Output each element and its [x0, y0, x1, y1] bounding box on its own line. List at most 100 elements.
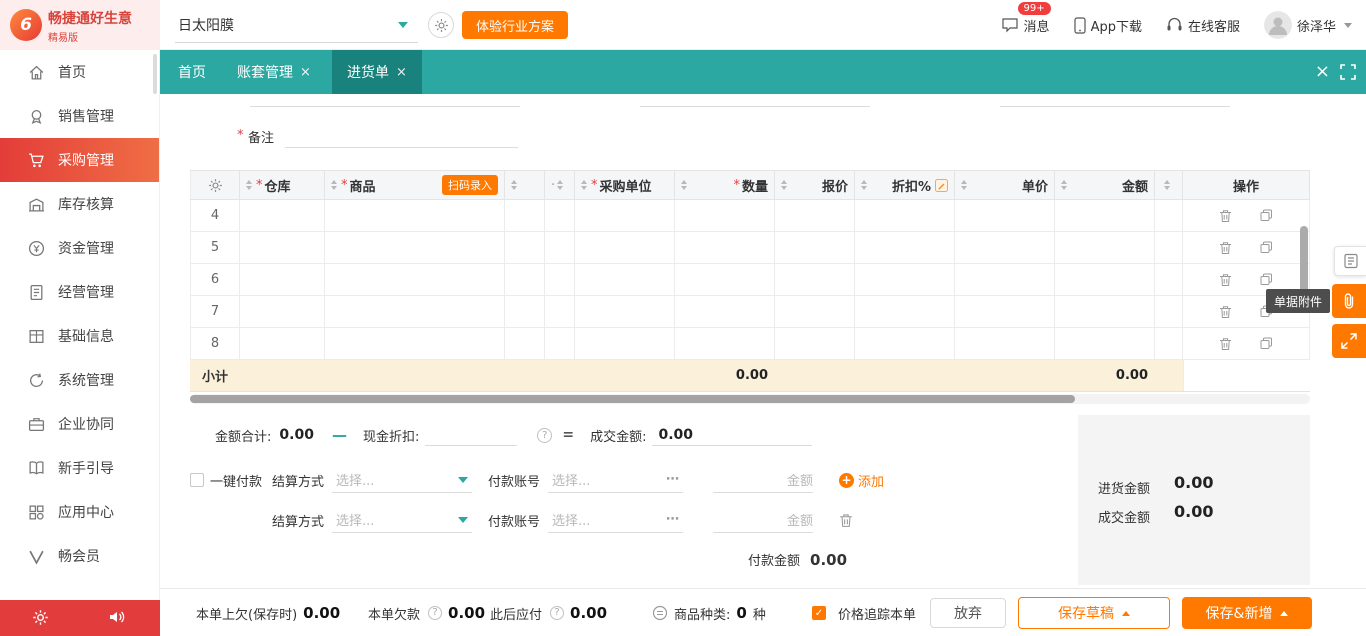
- cell-price[interactable]: [955, 296, 1055, 327]
- cell-unit[interactable]: [575, 264, 675, 295]
- app-download-button[interactable]: App下载: [1073, 16, 1142, 35]
- cell-warehouse[interactable]: [240, 200, 325, 231]
- header-unit-price[interactable]: 单价: [955, 171, 1055, 199]
- online-service-button[interactable]: 在线客服: [1166, 16, 1240, 35]
- sidebar-item-guide[interactable]: 新手引导: [0, 446, 159, 490]
- cell-product[interactable]: [325, 200, 505, 231]
- vertical-scrollbar[interactable]: [1300, 226, 1308, 298]
- cell-warehouse[interactable]: [240, 232, 325, 263]
- delete-row-icon[interactable]: [1219, 337, 1232, 351]
- header-purchase-unit[interactable]: * 采购单位: [575, 171, 675, 199]
- cell-quote[interactable]: [775, 200, 855, 231]
- delete-row-icon[interactable]: [1219, 209, 1232, 223]
- sidebar-item-home[interactable]: 首页: [0, 50, 159, 94]
- cash-discount-input[interactable]: [425, 424, 518, 446]
- tab-home[interactable]: 首页: [168, 50, 216, 94]
- one-click-pay-checkbox[interactable]: [190, 473, 204, 487]
- save-and-new-button[interactable]: 保存&新增: [1182, 597, 1312, 629]
- cell-warehouse[interactable]: [240, 328, 325, 359]
- sort-icon[interactable]: [681, 180, 687, 190]
- scrollbar-thumb[interactable]: [190, 395, 1075, 403]
- tab-purchase-order[interactable]: 进货单 ×: [332, 50, 422, 94]
- sidebar-item-app-center[interactable]: 应用中心: [0, 490, 159, 534]
- delete-row-icon[interactable]: [1219, 241, 1232, 255]
- cell-warehouse[interactable]: [240, 296, 325, 327]
- cell-unit[interactable]: [575, 232, 675, 263]
- cell-product[interactable]: [325, 232, 505, 263]
- account-select[interactable]: 日太阳膜: [175, 0, 418, 49]
- sort-icon[interactable]: [246, 180, 252, 190]
- settlement-method-select[interactable]: 选择...: [332, 507, 473, 533]
- close-all-icon[interactable]: ×: [1315, 50, 1330, 94]
- header-hidden-column-2[interactable]: ·: [545, 171, 575, 199]
- cell-unit[interactable]: [575, 296, 675, 327]
- cell-quantity[interactable]: [675, 328, 775, 359]
- cell-discount[interactable]: [855, 328, 955, 359]
- cell-price[interactable]: [955, 232, 1055, 263]
- cell-quantity[interactable]: [675, 264, 775, 295]
- sidebar-item-collaboration[interactable]: 企业协同: [0, 402, 159, 446]
- sort-icon[interactable]: [581, 180, 587, 190]
- sort-icon[interactable]: [961, 180, 967, 190]
- cell-quote[interactable]: [775, 296, 855, 327]
- cell-discount[interactable]: [855, 264, 955, 295]
- sort-icon[interactable]: [557, 180, 564, 190]
- cell-amount[interactable]: [1055, 296, 1155, 327]
- sidebar-item-inventory[interactable]: 库存核算: [0, 182, 159, 226]
- header-quantity[interactable]: * 数量: [675, 171, 775, 199]
- scan-entry-button[interactable]: 扫码录入: [442, 175, 498, 195]
- cell-quantity[interactable]: [675, 232, 775, 263]
- cell-warehouse[interactable]: [240, 264, 325, 295]
- expand-float-button[interactable]: [1332, 324, 1366, 358]
- sort-icon[interactable]: [1061, 180, 1067, 190]
- header-product[interactable]: * 商品 扫码录入: [325, 171, 505, 199]
- cell-quantity[interactable]: [675, 200, 775, 231]
- cell-unit[interactable]: [575, 200, 675, 231]
- copy-row-icon[interactable]: [1260, 241, 1273, 254]
- sort-icon[interactable]: [511, 180, 517, 190]
- sort-icon[interactable]: [781, 180, 787, 190]
- cell-discount[interactable]: [855, 296, 955, 327]
- horizontal-scrollbar[interactable]: [190, 394, 1310, 404]
- copy-row-icon[interactable]: [1260, 209, 1273, 222]
- cell-product[interactable]: [325, 296, 505, 327]
- note-float-button[interactable]: [1334, 246, 1366, 276]
- cell-amount[interactable]: [1055, 232, 1155, 263]
- delete-payment-row-icon[interactable]: [839, 513, 853, 528]
- sidebar-item-funds[interactable]: 资金管理: [0, 226, 159, 270]
- sidebar-item-operations[interactable]: 经营管理: [0, 270, 159, 314]
- add-payment-button[interactable]: + 添加: [839, 471, 884, 490]
- cell-price[interactable]: [955, 200, 1055, 231]
- cell-price[interactable]: [955, 264, 1055, 295]
- price-track-checkbox[interactable]: ✓: [812, 606, 826, 620]
- delete-row-icon[interactable]: [1219, 305, 1232, 319]
- cell-quote[interactable]: [775, 264, 855, 295]
- sidebar-item-system[interactable]: 系统管理: [0, 358, 159, 402]
- close-tab-icon[interactable]: ×: [396, 65, 407, 80]
- remark-input[interactable]: [285, 124, 518, 148]
- cell-unit[interactable]: [575, 328, 675, 359]
- header-discount[interactable]: 折扣%: [855, 171, 955, 199]
- messages-button[interactable]: 消息 99+: [1001, 0, 1052, 35]
- sidebar-item-purchase[interactable]: 采购管理: [0, 138, 159, 182]
- payment-amount-input[interactable]: 金额: [713, 507, 814, 533]
- cell-price[interactable]: [955, 328, 1055, 359]
- fullscreen-icon[interactable]: [1340, 64, 1356, 84]
- payment-account-select[interactable]: 选择... ⋯: [548, 507, 684, 533]
- column-settings-button[interactable]: [190, 171, 240, 199]
- cell-product[interactable]: [325, 264, 505, 295]
- delete-row-icon[interactable]: [1219, 273, 1232, 287]
- save-draft-button[interactable]: 保存草稿: [1018, 597, 1170, 629]
- header-hidden-column-1[interactable]: [505, 171, 545, 199]
- sidebar-item-member[interactable]: 畅会员: [0, 534, 159, 578]
- cell-amount[interactable]: [1055, 264, 1155, 295]
- cell-discount[interactable]: [855, 200, 955, 231]
- tab-account-management[interactable]: 账套管理 ×: [224, 50, 324, 94]
- sidebar-scrollbar[interactable]: [153, 54, 157, 94]
- trial-plan-button[interactable]: 体验行业方案: [462, 11, 569, 39]
- cell-product[interactable]: [325, 328, 505, 359]
- cell-quantity[interactable]: [675, 296, 775, 327]
- cell-amount[interactable]: [1055, 200, 1155, 231]
- field-underline[interactable]: [1000, 106, 1230, 107]
- cell-quote[interactable]: [775, 232, 855, 263]
